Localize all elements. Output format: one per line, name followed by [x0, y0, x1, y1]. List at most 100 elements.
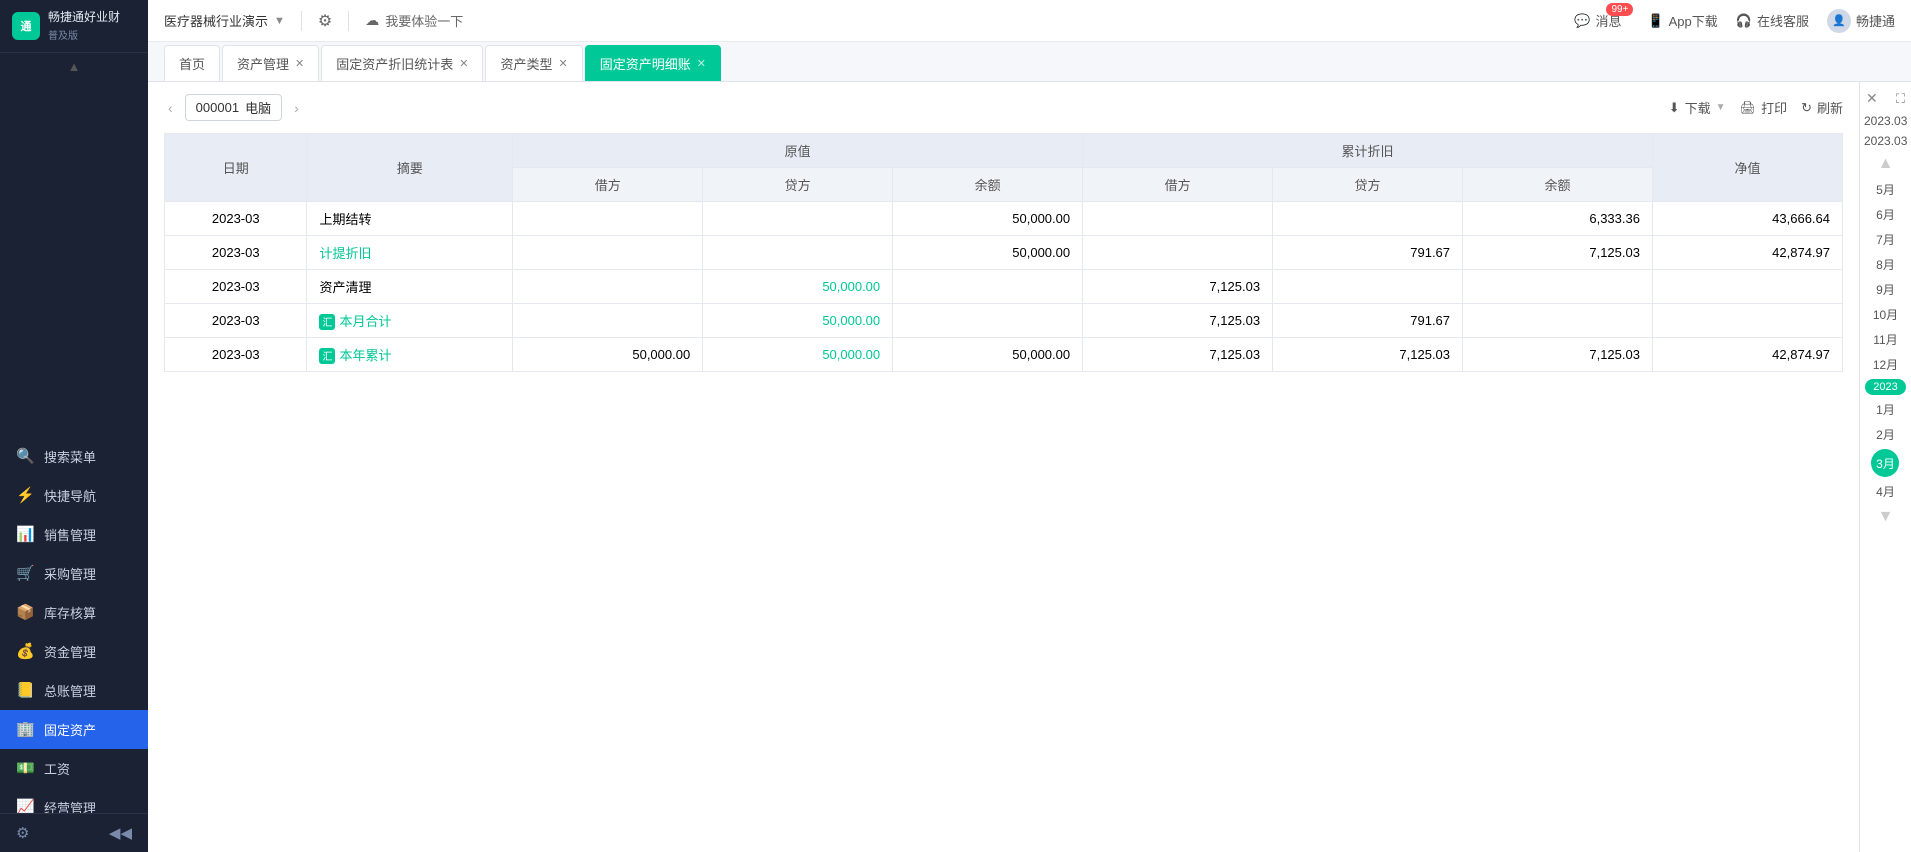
timeline-month-5[interactable]: 5月	[1871, 177, 1900, 202]
sidebar-item-ledger[interactable]: 📒 总账管理	[0, 671, 148, 710]
tab-close-icon[interactable]: ✕	[459, 57, 468, 70]
ops-icon: 📈	[16, 798, 34, 813]
timeline-date-top2[interactable]: 2023.03	[1860, 131, 1911, 151]
sidebar-item-quick-nav[interactable]: ⚡ 快捷导航	[0, 476, 148, 515]
download-action[interactable]: ⬇ 下载 ▼	[1669, 98, 1726, 117]
sidebar-item-label: 总账管理	[44, 681, 96, 700]
col-yz-balance: 余额	[893, 168, 1083, 202]
cell-net-value: 43,666.64	[1652, 202, 1842, 236]
table-header-row1: 日期 摘要 原值 累计折旧 净值	[165, 134, 1843, 168]
sidebar-scroll-up[interactable]: ▲	[0, 57, 148, 76]
cell-yz-balance	[893, 304, 1083, 338]
sidebar-item-fixed-assets[interactable]: 🏢 固定资产	[0, 710, 148, 749]
content-wrapper: ‹ 000001 电脑 › ⬇ 下载 ▼ 🖨 打印	[148, 82, 1911, 852]
tab-label: 资产管理	[237, 54, 289, 73]
tab-asset-type[interactable]: 资产类型 ✕	[485, 45, 582, 81]
timeline-month-7[interactable]: 7月	[1871, 227, 1900, 252]
lightning-icon: ⚡	[16, 486, 34, 504]
cell-date: 2023-03	[165, 338, 307, 372]
timeline-panel: ✕ ⛶ 2023.03 2023.03 ▲ 5月 6月 7月 8月 9月 10月…	[1859, 82, 1911, 852]
cell-lj-credit: 791.67	[1273, 236, 1463, 270]
cell-desc: 汇本月合计	[307, 304, 513, 338]
collapse-icon[interactable]: ◀◀	[109, 824, 132, 842]
cell-lj-balance: 7,125.03	[1463, 338, 1653, 372]
tab-label: 资产类型	[500, 54, 552, 73]
sidebar-item-label: 工资	[44, 759, 70, 778]
tab-depreciation-table[interactable]: 固定资产折旧统计表 ✕	[321, 45, 483, 81]
cloud-icon: ☁	[365, 12, 379, 29]
sidebar-item-label: 经营管理	[44, 798, 96, 813]
sidebar: 通 畅捷通好业财 普及版 ▲ 🔍 搜索菜单 ⚡ 快捷导航 📊 销售管理 🛒 采购…	[0, 0, 148, 852]
timeline-month-3-active[interactable]: 3月	[1871, 449, 1899, 477]
timeline-month-9[interactable]: 9月	[1871, 277, 1900, 302]
timeline-month-12[interactable]: 12月	[1871, 352, 1900, 377]
sidebar-item-funds[interactable]: 💰 资金管理	[0, 632, 148, 671]
timeline-top: ✕ ⛶	[1860, 86, 1911, 111]
cell-lj-credit	[1273, 270, 1463, 304]
app-title: 畅捷通好业财	[48, 10, 120, 26]
service-label: 在线客服	[1757, 11, 1809, 30]
tab-label: 固定资产折旧统计表	[336, 54, 453, 73]
message-btn[interactable]: 💬 消息 99+	[1574, 11, 1621, 30]
cell-lj-debit: 7,125.03	[1083, 270, 1273, 304]
cell-lj-credit: 791.67	[1273, 304, 1463, 338]
content-main: ‹ 000001 电脑 › ⬇ 下载 ▼ 🖨 打印	[148, 82, 1859, 852]
cell-yz-balance	[893, 270, 1083, 304]
service-btn[interactable]: 🎧 在线客服	[1736, 11, 1809, 30]
tab-asset-mgmt[interactable]: 资产管理 ✕	[222, 45, 319, 81]
topbar-right: 💬 消息 99+ 📱 App下载 🎧 在线客服 👤 畅捷通	[1574, 9, 1895, 33]
sidebar-header: 通 畅捷通好业财 普及版	[0, 0, 148, 53]
timeline-date-top1[interactable]: 2023.03	[1860, 111, 1911, 131]
cell-desc: 上期结转	[307, 202, 513, 236]
cell-yz-credit: 50,000.00	[703, 304, 893, 338]
timeline-scroll-up[interactable]: ▲	[1874, 151, 1898, 177]
avatar: 👤	[1827, 9, 1851, 33]
timeline-month-6[interactable]: 6月	[1871, 202, 1900, 227]
cell-yz-credit: 50,000.00	[703, 338, 893, 372]
timeline-month-2[interactable]: 2月	[1865, 422, 1905, 447]
user-btn[interactable]: 👤 畅捷通	[1827, 9, 1895, 33]
timeline-year-2023[interactable]: 2023	[1865, 379, 1905, 395]
tab-label: 固定资产明细账	[600, 54, 691, 73]
experience-btn[interactable]: ☁ 我要体验一下	[365, 11, 463, 30]
timeline-month-8[interactable]: 8月	[1871, 252, 1900, 277]
chart-icon: 📊	[16, 525, 34, 543]
sidebar-item-ops[interactable]: 📈 经营管理	[0, 788, 148, 813]
sidebar-item-search[interactable]: 🔍 搜索菜单	[0, 437, 148, 476]
timeline-month-11[interactable]: 11月	[1871, 327, 1900, 352]
sidebar-item-purchase[interactable]: 🛒 采购管理	[0, 554, 148, 593]
col-lj-balance: 余额	[1463, 168, 1653, 202]
print-action[interactable]: 🖨 打印	[1740, 98, 1788, 117]
timeline-month-4[interactable]: 4月	[1865, 479, 1905, 504]
tab-close-icon[interactable]: ✕	[559, 57, 568, 70]
timeline-month-1[interactable]: 1月	[1865, 397, 1905, 422]
tab-asset-detail[interactable]: 固定资产明细账 ✕	[585, 45, 721, 81]
settings-icon[interactable]: ⚙	[16, 824, 29, 842]
tab-close-icon[interactable]: ✕	[295, 57, 304, 70]
sidebar-item-sales[interactable]: 📊 销售管理	[0, 515, 148, 554]
message-badge: 99+	[1606, 3, 1633, 16]
sidebar-item-label: 搜索菜单	[44, 447, 96, 466]
box-icon: 📦	[16, 603, 34, 621]
download-icon: ⬇	[1669, 100, 1680, 116]
refresh-action[interactable]: ↻ 刷新	[1801, 98, 1843, 117]
timeline-close-btn[interactable]: ✕	[1866, 90, 1878, 107]
download-btn[interactable]: 📱 App下载	[1647, 11, 1717, 30]
sidebar-item-inventory[interactable]: 📦 库存核算	[0, 593, 148, 632]
timeline-scroll-down[interactable]: ▼	[1874, 504, 1898, 530]
tab-close-icon[interactable]: ✕	[697, 57, 706, 70]
timeline-expand-btn[interactable]: ⛶	[1896, 91, 1905, 107]
asset-code: 000001	[196, 100, 239, 115]
tabbar: 首页 资产管理 ✕ 固定资产折旧统计表 ✕ 资产类型 ✕ 固定资产明细账 ✕	[148, 42, 1911, 82]
cell-yz-balance: 50,000.00	[893, 236, 1083, 270]
sidebar-item-salary[interactable]: 💵 工资	[0, 749, 148, 788]
table-row: 2023-03 资产清理 50,000.00 7,125.03	[165, 270, 1843, 304]
settings-btn[interactable]: ⚙	[318, 11, 332, 31]
timeline-month-10[interactable]: 10月	[1871, 302, 1900, 327]
nav-next-btn[interactable]: ›	[290, 98, 303, 118]
nav-prev-btn[interactable]: ‹	[164, 98, 177, 118]
company-selector[interactable]: 医疗器械行业演示 ▼	[164, 11, 285, 30]
tab-label: 首页	[179, 54, 205, 73]
user-label: 畅捷通	[1856, 11, 1895, 30]
tab-home[interactable]: 首页	[164, 45, 220, 81]
